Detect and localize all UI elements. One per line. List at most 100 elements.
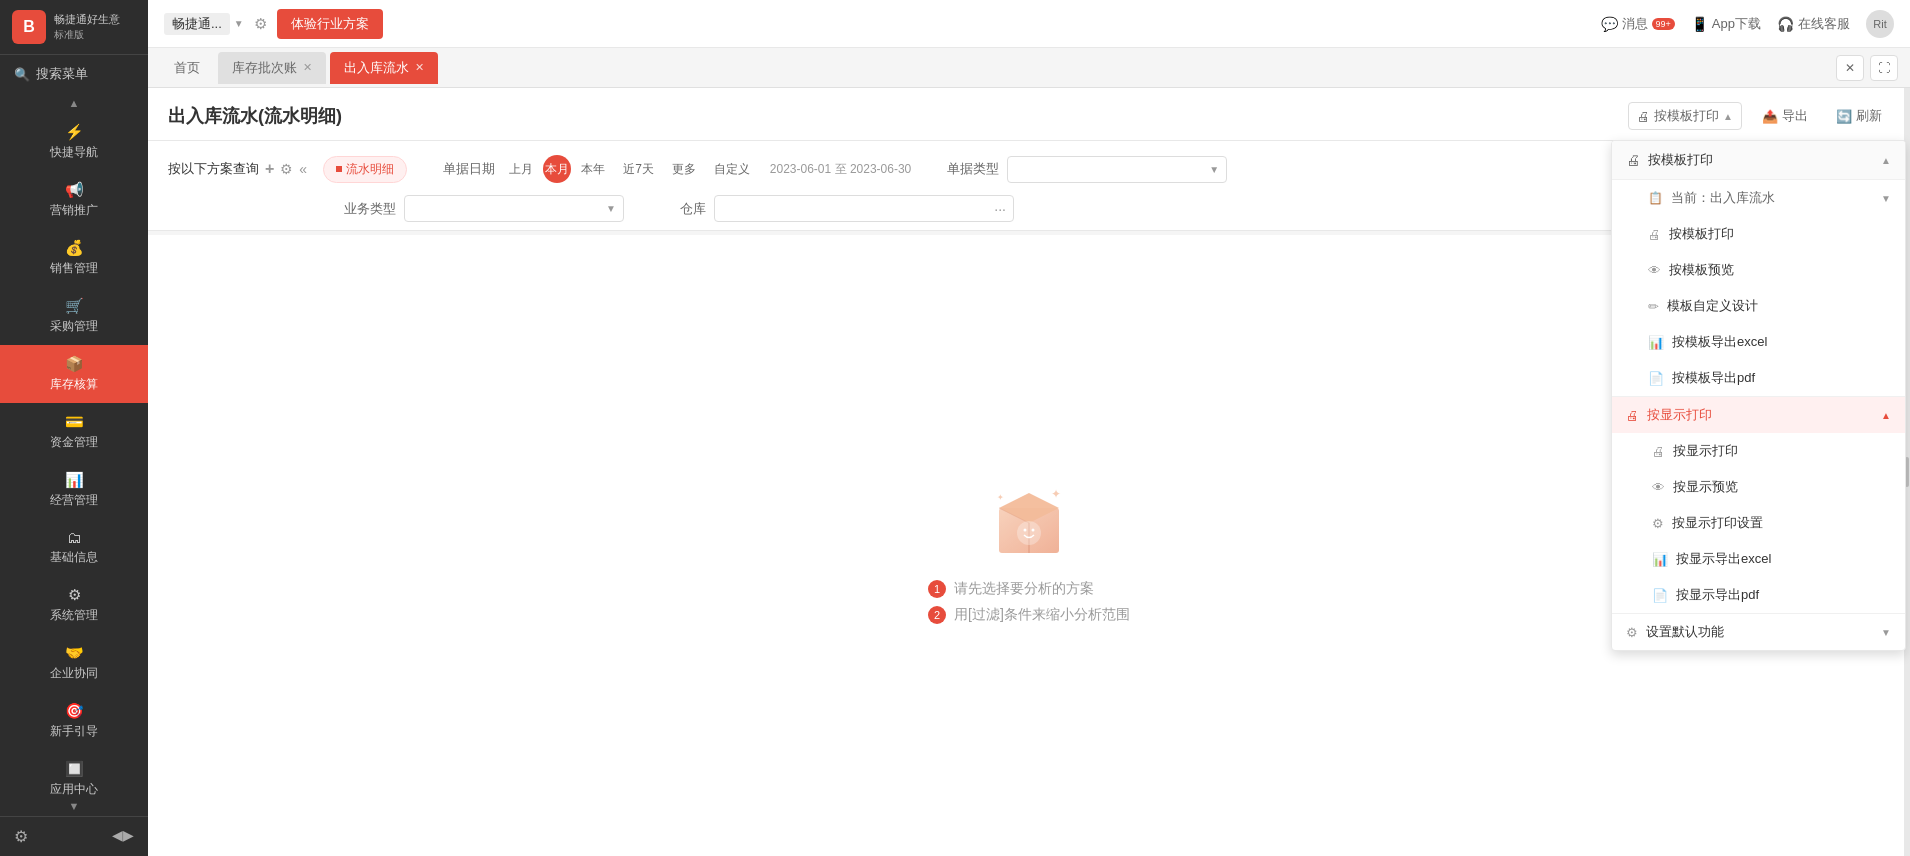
- biz-type-select[interactable]: [404, 195, 624, 222]
- export-label: 导出: [1782, 107, 1808, 125]
- dropdown-header[interactable]: 🖨 按模板打印 ▲: [1612, 141, 1905, 180]
- warehouse-more-icon[interactable]: ···: [994, 201, 1006, 217]
- tab-inventory-flow[interactable]: 出入库流水 ✕: [330, 52, 438, 84]
- dropdown-header-content: 🖨 按模板打印: [1626, 151, 1713, 169]
- dropdown-display-item-pdf[interactable]: 📄 按显示导出pdf: [1612, 577, 1905, 613]
- sidebar-item-finance[interactable]: 💳 资金管理: [0, 403, 148, 461]
- date-tab-this-year[interactable]: 本年: [573, 158, 613, 181]
- dropdown-display-section-header[interactable]: 🖨 按显示打印 ▲: [1612, 397, 1905, 433]
- date-tab-7days[interactable]: 近7天: [615, 158, 662, 181]
- svg-text:✦: ✦: [1051, 487, 1061, 501]
- empty-hint-2: 2 用[过滤]条件来缩小分析范围: [928, 606, 1130, 624]
- user-area[interactable]: 畅捷通... ▼: [164, 13, 244, 35]
- sidebar-item-system[interactable]: ⚙ 系统管理: [0, 576, 148, 634]
- filter-chip[interactable]: 流水明细: [323, 156, 407, 183]
- display-pdf-icon: 📄: [1652, 588, 1668, 603]
- sidebar-item-marketing[interactable]: 📢 营销推广: [0, 171, 148, 229]
- display-section-icon: 🖨: [1626, 408, 1639, 423]
- tab-inventory-flow-close[interactable]: ✕: [415, 61, 424, 74]
- dropdown-current[interactable]: 📋 当前：出入库流水 ▼: [1612, 180, 1905, 216]
- svg-text:✦: ✦: [997, 493, 1004, 502]
- date-tab-custom[interactable]: 自定义: [706, 158, 758, 181]
- tab-inventory-batch-close[interactable]: ✕: [303, 61, 312, 74]
- sidebar-item-label: 库存核算: [50, 376, 98, 393]
- sidebar-item-label: 企业协同: [50, 665, 98, 682]
- date-tab-this-month[interactable]: 本月: [543, 155, 571, 183]
- display-preview-label: 按显示预览: [1673, 478, 1738, 496]
- sidebar-item-quick-nav[interactable]: ⚡ 快捷导航: [0, 113, 148, 171]
- footer-settings-icon: ⚙: [1626, 625, 1638, 640]
- print-label: 按模板打印: [1654, 107, 1719, 125]
- search-icon: 🔍: [14, 67, 30, 82]
- sidebar-item-label: 经营管理: [50, 492, 98, 509]
- sales-icon: 💰: [65, 239, 84, 257]
- page-content: 出入库流水(流水明细) 🖨 按模板打印 ▲ 📤 导出 🔄 刷新: [148, 88, 1910, 856]
- scroll-up-arrow[interactable]: ▲: [0, 93, 148, 113]
- date-tab-more[interactable]: 更多: [664, 158, 704, 181]
- finance-icon: 💳: [65, 413, 84, 431]
- dropdown-display-item-settings[interactable]: ⚙ 按显示打印设置: [1612, 505, 1905, 541]
- filter-settings-icon[interactable]: ⚙: [280, 161, 293, 177]
- sidebar-item-sales[interactable]: 💰 销售管理: [0, 229, 148, 287]
- sidebar-item-enterprise[interactable]: 🤝 企业协同: [0, 634, 148, 692]
- tab-expand-btn[interactable]: ⛶: [1870, 55, 1898, 81]
- sidebar-collapse-icon[interactable]: ◀▶: [112, 827, 134, 846]
- dropdown-item-template-preview[interactable]: 👁 按模板预览: [1612, 252, 1905, 288]
- sidebar-logo-icon: B: [12, 10, 46, 44]
- service-btn[interactable]: 🎧 在线客服: [1777, 15, 1850, 33]
- sidebar-item-operations[interactable]: 📊 经营管理: [0, 461, 148, 519]
- tab-inventory-batch-label: 库存批次账: [232, 59, 297, 77]
- sidebar-item-guide[interactable]: 🎯 新手引导: [0, 692, 148, 750]
- dropdown-item-template-excel[interactable]: 📊 按模板导出excel: [1612, 324, 1905, 360]
- filter-collapse-icon[interactable]: «: [299, 161, 307, 177]
- warehouse-input[interactable]: [714, 195, 1014, 222]
- filter-query-label: 按以下方案查询 + ⚙ «: [168, 160, 307, 178]
- voucher-type-select[interactable]: [1007, 156, 1227, 183]
- dropdown-footer[interactable]: ⚙ 设置默认功能 ▼: [1612, 613, 1905, 650]
- sidebar-item-appcenter[interactable]: 🔲 应用中心: [0, 750, 148, 796]
- sidebar-settings-icon[interactable]: ⚙: [14, 827, 28, 846]
- tab-inventory-flow-label: 出入库流水: [344, 59, 409, 77]
- app-icon: 📱: [1691, 16, 1708, 32]
- dropdown-item-template-design[interactable]: ✏ 模板自定义设计: [1612, 288, 1905, 324]
- trial-btn[interactable]: 体验行业方案: [277, 9, 383, 39]
- sidebar-search[interactable]: 🔍 搜索菜单: [0, 55, 148, 93]
- sidebar-item-inventory[interactable]: 📦 库存核算: [0, 345, 148, 403]
- template-print-icon: 🖨: [1648, 227, 1661, 242]
- display-preview-icon: 👁: [1652, 480, 1665, 495]
- gear-icon[interactable]: ⚙: [254, 15, 267, 33]
- msg-btn[interactable]: 💬 消息 99+: [1601, 15, 1675, 33]
- template-preview-icon: 👁: [1648, 263, 1661, 278]
- sidebar-item-purchase[interactable]: 🛒 采购管理: [0, 287, 148, 345]
- user-avatar[interactable]: Rit: [1866, 10, 1894, 38]
- dropdown-display-item-excel[interactable]: 📊 按显示导出excel: [1612, 541, 1905, 577]
- sidebar-item-label: 营销推广: [50, 202, 98, 219]
- sidebar-item-basics[interactable]: 🗂 基础信息: [0, 519, 148, 576]
- display-section-chevron-icon: ▲: [1881, 410, 1891, 421]
- refresh-label: 刷新: [1856, 107, 1882, 125]
- tab-home[interactable]: 首页: [160, 52, 214, 84]
- dropdown-item-template-pdf[interactable]: 📄 按模板导出pdf: [1612, 360, 1905, 396]
- print-btn[interactable]: 🖨 按模板打印 ▲: [1628, 102, 1742, 130]
- print-chevron-icon: ▲: [1723, 111, 1733, 122]
- filter-add-icon[interactable]: +: [265, 160, 274, 178]
- empty-hint-1: 1 请先选择要分析的方案: [928, 580, 1130, 598]
- dropdown-display-item-print[interactable]: 🖨 按显示打印: [1612, 433, 1905, 469]
- template-excel-icon: 📊: [1648, 335, 1664, 350]
- empty-hints: 1 请先选择要分析的方案 2 用[过滤]条件来缩小分析范围: [928, 580, 1130, 624]
- inventory-icon: 📦: [65, 355, 84, 373]
- dropdown-item-template-print[interactable]: 🖨 按模板打印: [1612, 216, 1905, 252]
- export-btn[interactable]: 📤 导出: [1754, 103, 1816, 129]
- template-pdf-label: 按模板导出pdf: [1672, 369, 1755, 387]
- scroll-down-arrow[interactable]: ▼: [0, 796, 148, 816]
- export-icon: 📤: [1762, 109, 1778, 124]
- refresh-btn[interactable]: 🔄 刷新: [1828, 103, 1890, 129]
- tab-inventory-batch[interactable]: 库存批次账 ✕: [218, 52, 326, 84]
- voucher-type-label: 单据类型: [947, 160, 999, 178]
- dropdown-display-item-preview[interactable]: 👁 按显示预览: [1612, 469, 1905, 505]
- tab-close-all-btn[interactable]: ✕: [1836, 55, 1864, 81]
- date-tab-prev-month[interactable]: 上月: [501, 158, 541, 181]
- app-download-btn[interactable]: 📱 App下载: [1691, 15, 1761, 33]
- display-excel-icon: 📊: [1652, 552, 1668, 567]
- display-settings-icon: ⚙: [1652, 516, 1664, 531]
